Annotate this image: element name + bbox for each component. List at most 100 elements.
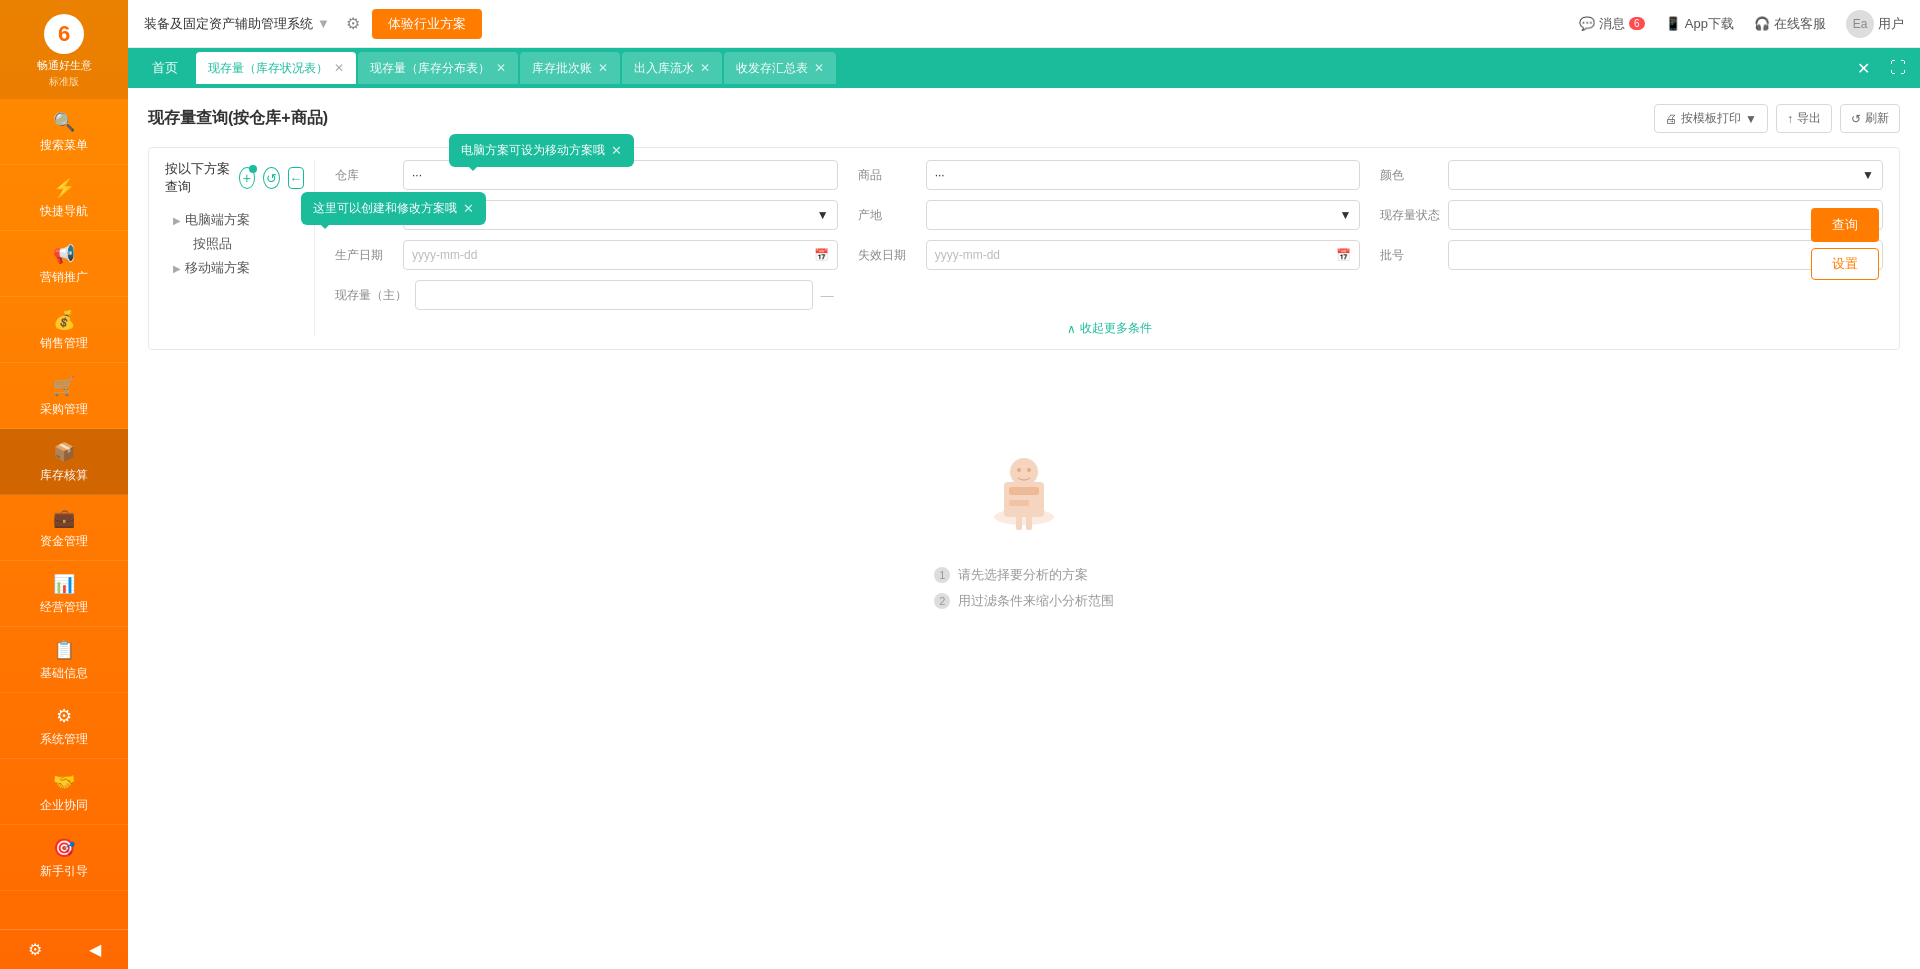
gear-icon[interactable]: ⚙ [346, 14, 360, 33]
sidebar-item-system[interactable]: ⚙ 系统管理 [0, 693, 128, 759]
sidebar-logo: 6 畅通好生意 标准版 [0, 0, 128, 99]
tooltip-scheme-close[interactable]: ✕ [611, 143, 622, 158]
filter-left: 按以下方案查询 + ↺ ← ▶ 电脑端方案 [165, 160, 315, 337]
expire-date-from[interactable]: yyyy-mm-dd 📅 [926, 240, 1361, 270]
tab-flow-label: 出入库流水 [634, 60, 694, 77]
tab-inventory-dist-label: 现存量（库存分布表） [370, 60, 490, 77]
sidebar-item-operations[interactable]: 📊 经营管理 [0, 561, 128, 627]
tab-summary-close[interactable]: ✕ [814, 61, 824, 75]
stock-qty-from[interactable] [415, 280, 813, 310]
sidebar-item-purchase[interactable]: 🛒 采购管理 [0, 363, 128, 429]
origin-select[interactable]: ▼ [926, 200, 1361, 230]
sidebar-item-marketing[interactable]: 📢 营销推广 [0, 231, 128, 297]
query-button[interactable]: 查询 [1811, 208, 1879, 242]
tip-num-2: 2 [934, 593, 950, 609]
refresh-button[interactable]: ↺ 刷新 [1840, 104, 1900, 133]
tab-inventory-status-close[interactable]: ✕ [334, 61, 344, 75]
product-ellipsis: ··· [935, 168, 945, 182]
collapse-button[interactable]: ◀ [89, 940, 101, 959]
tab-batch[interactable]: 库存批次账 ✕ [520, 52, 620, 84]
prod-date-range: yyyy-mm-dd 📅 [403, 240, 838, 270]
sidebar-item-finance[interactable]: 💼 资金管理 [0, 495, 128, 561]
filter-grid: 仓库 ··· 商品 ··· [335, 160, 1883, 310]
sidebar-item-search[interactable]: 🔍 搜索菜单 [0, 99, 128, 165]
tab-home[interactable]: 首页 [136, 48, 194, 88]
topbar: 装备及固定资产辅助管理系统 ▼ ⚙ 体验行业方案 💬 消息 6 📱 App下载 … [128, 0, 1920, 48]
tab-summary[interactable]: 收发存汇总表 ✕ [724, 52, 836, 84]
close-all-tabs-button[interactable]: ✕ [1851, 57, 1876, 80]
page-header: 现存量查询(按仓库+商品) 🖨 按模板打印 ▼ ↑ 导出 ↺ 刷新 [148, 104, 1900, 133]
tab-inventory-dist[interactable]: 现存量（库存分布表） ✕ [358, 52, 518, 84]
scheme-pc-item[interactable]: ▶ 电脑端方案 [165, 208, 304, 232]
expire-date-from-value: yyyy-mm-dd [935, 248, 1000, 262]
sidebar-item-inventory[interactable]: 📦 库存核算 [0, 429, 128, 495]
sidebar-bottom: ⚙ ◀ [0, 929, 128, 969]
main-container: 装备及固定资产辅助管理系统 ▼ ⚙ 体验行业方案 💬 消息 6 📱 App下载 … [128, 0, 1920, 969]
filter-collapse-button[interactable]: ∧ 收起更多条件 [335, 320, 1883, 337]
sidebar: 6 畅通好生意 标准版 🔍 搜索菜单 ⚡ 快捷导航 📢 营销推广 💰 销售管理 … [0, 0, 128, 969]
expire-date-calendar-icon: 📅 [1336, 248, 1351, 262]
tab-inventory-status[interactable]: 现存量（库存状况表） ✕ [196, 52, 356, 84]
user-menu[interactable]: Ea 用户 [1846, 10, 1904, 38]
message-button[interactable]: 💬 消息 6 [1579, 15, 1645, 33]
app-icon: 📱 [1665, 16, 1681, 31]
template-dropdown-icon: ▼ [1745, 112, 1757, 126]
support-icon: 🎧 [1754, 16, 1770, 31]
online-support-button[interactable]: 🎧 在线客服 [1754, 15, 1826, 33]
filter-content: 按以下方案查询 + ↺ ← ▶ 电脑端方案 [165, 160, 1883, 337]
search-icon: 🔍 [53, 111, 75, 133]
empty-tip-1: 1 请先选择要分析的方案 [934, 562, 1114, 588]
sidebar-item-sales-label: 销售管理 [40, 335, 88, 352]
color-select[interactable]: ▼ [1448, 160, 1883, 190]
scheme-sub: 按照品 [165, 232, 304, 256]
tooltip-create-close[interactable]: ✕ [463, 201, 474, 216]
scheme-mobile-label: 移动端方案 [185, 259, 250, 277]
app-download-button[interactable]: 📱 App下载 [1665, 15, 1734, 33]
tab-flow[interactable]: 出入库流水 ✕ [622, 52, 722, 84]
tabbar-right: ✕ ⛶ [1851, 57, 1912, 80]
stock-qty-range: — [415, 280, 838, 310]
tab-inventory-dist-close[interactable]: ✕ [496, 61, 506, 75]
export-icon: ↑ [1787, 112, 1793, 126]
prod-date-from-value: yyyy-mm-dd [412, 248, 477, 262]
filter-refresh-button[interactable]: ↺ [263, 167, 279, 189]
sidebar-item-purchase-label: 采购管理 [40, 401, 88, 418]
prod-date-from[interactable]: yyyy-mm-dd 📅 [403, 240, 838, 270]
filter-arrow-button[interactable]: ← [288, 167, 304, 189]
sidebar-item-basic[interactable]: 📋 基础信息 [0, 627, 128, 693]
refresh-label: 刷新 [1865, 110, 1889, 127]
tab-batch-close[interactable]: ✕ [598, 61, 608, 75]
expand-icon: ▶ [173, 215, 181, 226]
trial-button[interactable]: 体验行业方案 [372, 9, 482, 39]
product-select[interactable]: ··· [926, 160, 1361, 190]
sidebar-item-guide[interactable]: 🎯 新手引导 [0, 825, 128, 891]
svg-point-5 [1017, 468, 1021, 472]
settings-button[interactable]: ⚙ [28, 940, 42, 959]
sidebar-item-finance-label: 资金管理 [40, 533, 88, 550]
sidebar-item-sales[interactable]: 💰 销售管理 [0, 297, 128, 363]
filter-add-button[interactable]: + [239, 167, 255, 189]
tab-summary-label: 收发存汇总表 [736, 60, 808, 77]
svg-point-6 [1027, 468, 1031, 472]
scheme-mobile-item[interactable]: ▶ 移动端方案 [165, 256, 304, 280]
system-selector[interactable]: 装备及固定资产辅助管理系统 ▼ [144, 15, 330, 33]
tab-flow-close[interactable]: ✕ [700, 61, 710, 75]
purchase-icon: 🛒 [53, 375, 75, 397]
warehouse-label: 仓库 [335, 167, 395, 184]
filter-row-product: 商品 ··· [858, 160, 1361, 190]
system-dropdown-icon: ▼ [317, 16, 330, 31]
template-print-button[interactable]: 🖨 按模板打印 ▼ [1654, 104, 1768, 133]
reset-button[interactable]: 设置 [1811, 248, 1879, 280]
svg-rect-3 [1009, 500, 1029, 506]
sidebar-item-guide-label: 新手引导 [40, 863, 88, 880]
origin-label: 产地 [858, 207, 918, 224]
sidebar-item-enterprise[interactable]: 🤝 企业协同 [0, 759, 128, 825]
online-support-label: 在线客服 [1774, 15, 1826, 33]
scheme-sub-item[interactable]: 按照品 [185, 232, 304, 256]
printer-icon: 🖨 [1665, 112, 1677, 126]
enterprise-icon: 🤝 [53, 771, 75, 793]
maximize-button[interactable]: ⛶ [1884, 57, 1912, 79]
tab-batch-label: 库存批次账 [532, 60, 592, 77]
sidebar-item-quick[interactable]: ⚡ 快捷导航 [0, 165, 128, 231]
export-button[interactable]: ↑ 导出 [1776, 104, 1832, 133]
